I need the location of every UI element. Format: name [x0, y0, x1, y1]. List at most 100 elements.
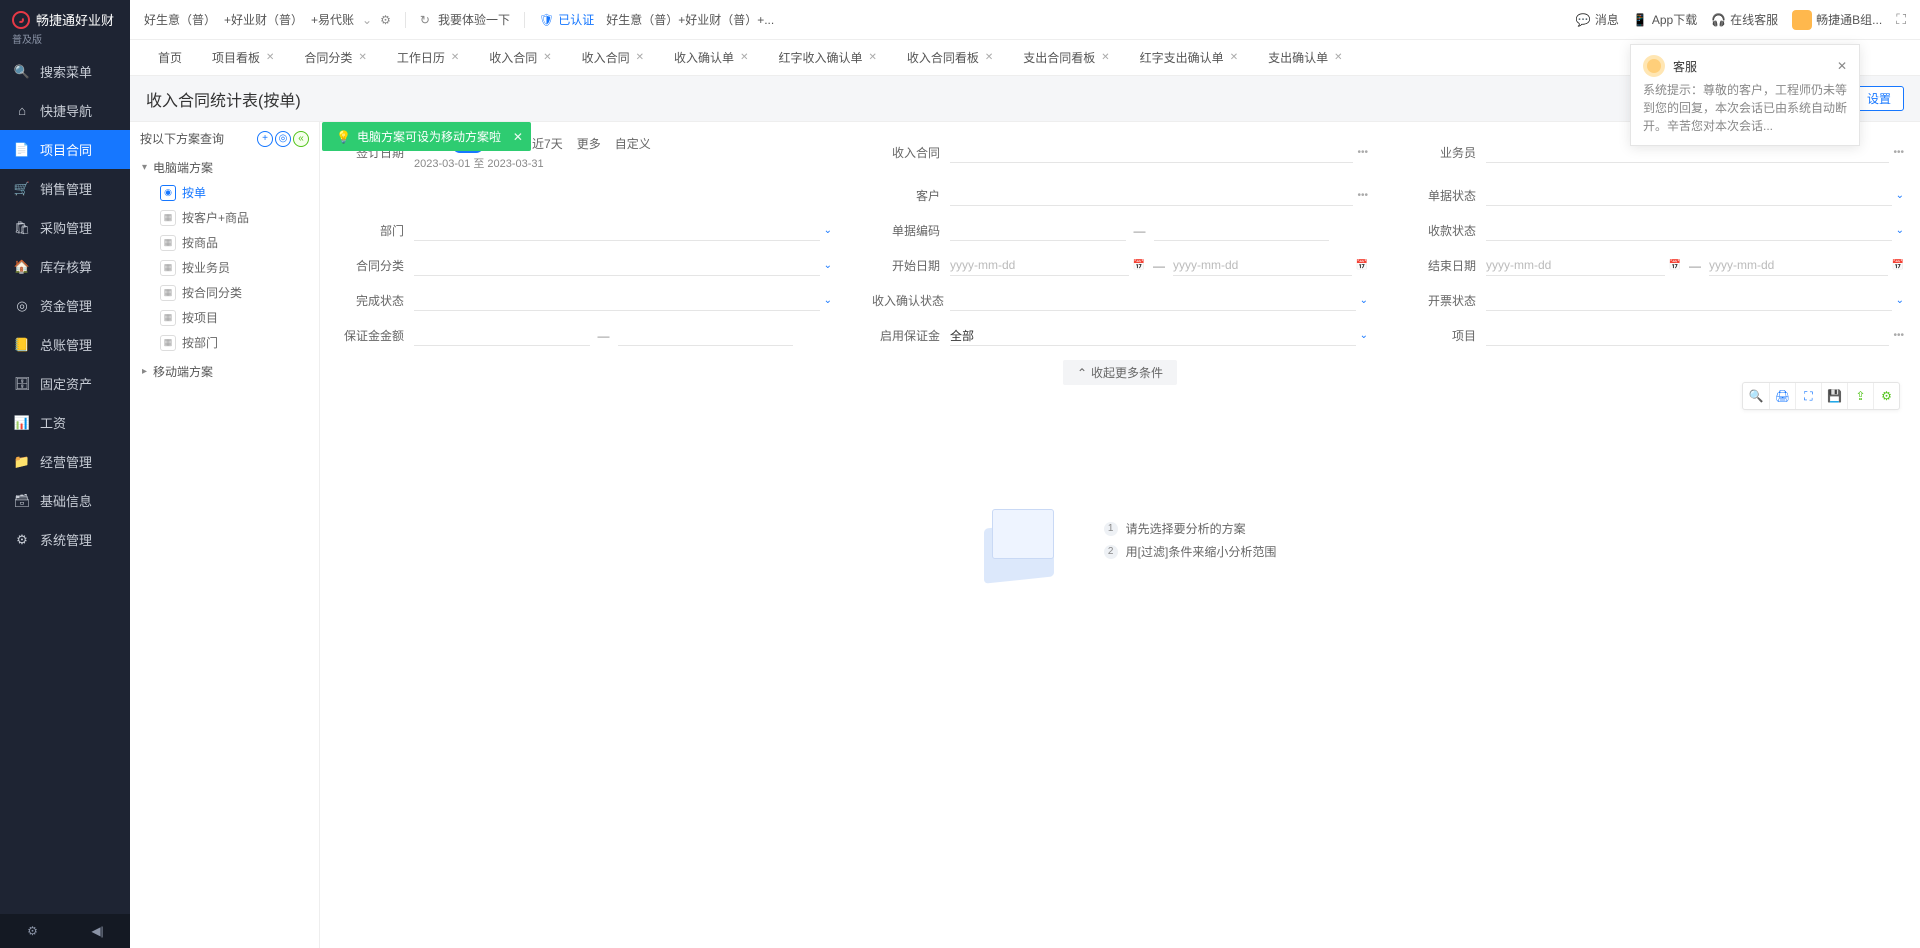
tab-9[interactable]: 支出合同看板✕ [1009, 40, 1123, 76]
select-enabledeposit[interactable] [950, 325, 1356, 346]
tab-6[interactable]: 收入确认单✕ [660, 40, 762, 76]
tab-close-icon[interactable]: ✕ [543, 52, 551, 63]
tab-close-icon[interactable]: ✕ [451, 52, 459, 63]
input-project[interactable] [1486, 325, 1889, 346]
select-receiptstatus[interactable] [1486, 220, 1892, 241]
tool-search-icon[interactable]: 🔍 [1743, 383, 1769, 409]
tree-group-0[interactable]: ▾电脑端方案 [136, 155, 313, 180]
collapse-more-button[interactable]: ⌃收起更多条件 [1063, 360, 1177, 385]
tool-export-icon[interactable]: ⇪ [1847, 383, 1873, 409]
tab-5[interactable]: 收入合同✕ [568, 40, 658, 76]
select-dept[interactable] [414, 220, 820, 241]
tab-8[interactable]: 收入合同看板✕ [893, 40, 1007, 76]
header-gear-icon[interactable]: ⚙ [380, 13, 391, 27]
tab-close-icon[interactable]: ✕ [1230, 52, 1238, 63]
tree-item-0-5[interactable]: ▦按项目 [154, 305, 313, 330]
sidebar-item-7[interactable]: 📒总账管理 [0, 325, 130, 364]
tab-close-icon[interactable]: ✕ [636, 52, 644, 63]
chevron-down-icon[interactable]: ⌄ [824, 260, 832, 271]
calendar-icon[interactable]: 📅 [1133, 260, 1145, 271]
chevron-down-icon[interactable]: ⌄ [1360, 295, 1368, 306]
sidebar-item-10[interactable]: 📁经营管理 [0, 442, 130, 481]
tab-11[interactable]: 支出确认单✕ [1254, 40, 1356, 76]
sidebar-item-2[interactable]: 📄项目合同 [0, 130, 130, 169]
input-billno-from[interactable] [950, 220, 1126, 241]
calendar-icon[interactable]: 📅 [1356, 260, 1368, 271]
crumbs2[interactable]: 好生意（普）+好业财（普）+... [606, 11, 774, 28]
scheme-add-icon[interactable]: + [257, 131, 273, 147]
verified-badge[interactable]: 🛡已认证 [539, 11, 594, 28]
tab-close-icon[interactable]: ✕ [985, 52, 993, 63]
more-icon[interactable]: ••• [1893, 330, 1904, 341]
crumb-0[interactable]: 好生意（普） [144, 11, 216, 28]
tool-gear-icon[interactable]: ⚙ [1873, 383, 1899, 409]
input-depositamt-to[interactable] [618, 325, 794, 346]
tab-close-icon[interactable]: ✕ [1334, 52, 1342, 63]
cs-close-icon[interactable]: ✕ [1837, 59, 1847, 73]
select-billstatus[interactable] [1486, 185, 1892, 206]
chevron-down-icon[interactable]: ⌄ [1896, 295, 1904, 306]
calendar-icon[interactable]: 📅 [1892, 260, 1904, 271]
fullscreen-icon[interactable]: ⛶ [1896, 11, 1906, 28]
sidebar-item-0[interactable]: 🔍搜索菜单 [0, 52, 130, 91]
crumb-1[interactable]: +好业财（普） [224, 11, 303, 28]
tree-item-0-4[interactable]: ▦按合同分类 [154, 280, 313, 305]
app-download-link[interactable]: 📱App下载 [1633, 11, 1697, 28]
chevron-down-icon[interactable]: ⌄ [1360, 330, 1368, 341]
input-contract[interactable] [950, 142, 1353, 163]
input-enddate-to[interactable] [1709, 255, 1888, 276]
sidebar-item-1[interactable]: ⌂快捷导航 [0, 91, 130, 130]
tree-item-0-3[interactable]: ▦按业务员 [154, 255, 313, 280]
collapse-sidebar-icon[interactable]: ◀| [65, 914, 130, 948]
select-invoicestatus[interactable] [1486, 290, 1892, 311]
tool-expand-icon[interactable]: ⛶ [1795, 383, 1821, 409]
tab-0[interactable]: 首页 [144, 40, 196, 76]
select-classify[interactable] [414, 255, 820, 276]
input-customer[interactable] [950, 185, 1353, 206]
message-link[interactable]: 💬消息 [1576, 11, 1619, 28]
tool-print-icon[interactable]: 🖨 [1769, 383, 1795, 409]
online-cs-link[interactable]: 🎧在线客服 [1711, 11, 1778, 28]
more-icon[interactable]: ••• [1893, 147, 1904, 158]
sidebar-item-12[interactable]: ⚙系统管理 [0, 520, 130, 559]
sidebar-item-5[interactable]: 🏠库存核算 [0, 247, 130, 286]
scheme-toggle-icon[interactable]: « [293, 131, 309, 147]
tab-3[interactable]: 工作日历✕ [383, 40, 473, 76]
input-startdate-from[interactable] [950, 255, 1129, 276]
date-chip-5[interactable]: 自定义 [611, 134, 655, 153]
sidebar-item-9[interactable]: 📊工资 [0, 403, 130, 442]
chevron-down-icon[interactable]: ⌄ [1896, 225, 1904, 236]
scheme-target-icon[interactable]: ◎ [275, 131, 291, 147]
tab-4[interactable]: 收入合同✕ [475, 40, 565, 76]
chevron-down-icon[interactable]: ⌄ [362, 13, 372, 27]
input-startdate-to[interactable] [1173, 255, 1352, 276]
sidebar-item-4[interactable]: 🛍采购管理 [0, 208, 130, 247]
try-link[interactable]: 我要体验一下 [438, 11, 510, 28]
tab-10[interactable]: 红字支出确认单✕ [1126, 40, 1252, 76]
tab-close-icon[interactable]: ✕ [740, 52, 748, 63]
refresh-icon[interactable]: ↻ [420, 13, 430, 27]
date-chip-4[interactable]: 更多 [573, 134, 605, 153]
date-chip-3[interactable]: 近7天 [528, 134, 567, 153]
tree-item-0-0[interactable]: ◉按单 [154, 180, 313, 205]
input-billno-to[interactable] [1154, 220, 1330, 241]
tree-group-1[interactable]: ▸移动端方案 [136, 359, 313, 384]
tree-item-0-2[interactable]: ▦按商品 [154, 230, 313, 255]
crumb-2[interactable]: +易代账 [311, 11, 354, 28]
tool-save-icon[interactable]: 💾 [1821, 383, 1847, 409]
select-confirmstatus[interactable] [950, 290, 1356, 311]
sidebar-item-3[interactable]: 🛒销售管理 [0, 169, 130, 208]
sidebar-item-11[interactable]: 🗃基础信息 [0, 481, 130, 520]
calendar-icon[interactable]: 📅 [1669, 260, 1681, 271]
setting-button[interactable]: 设置 [1854, 86, 1904, 111]
chevron-down-icon[interactable]: ⌄ [824, 295, 832, 306]
tab-close-icon[interactable]: ✕ [1101, 52, 1109, 63]
sidebar-item-6[interactable]: ◎资金管理 [0, 286, 130, 325]
tab-1[interactable]: 项目看板✕ [198, 40, 288, 76]
tab-7[interactable]: 红字收入确认单✕ [764, 40, 890, 76]
more-icon[interactable]: ••• [1357, 190, 1368, 201]
tree-item-0-1[interactable]: ▦按客户+商品 [154, 205, 313, 230]
select-completestatus[interactable] [414, 290, 820, 311]
tab-close-icon[interactable]: ✕ [266, 52, 274, 63]
input-enddate-from[interactable] [1486, 255, 1665, 276]
